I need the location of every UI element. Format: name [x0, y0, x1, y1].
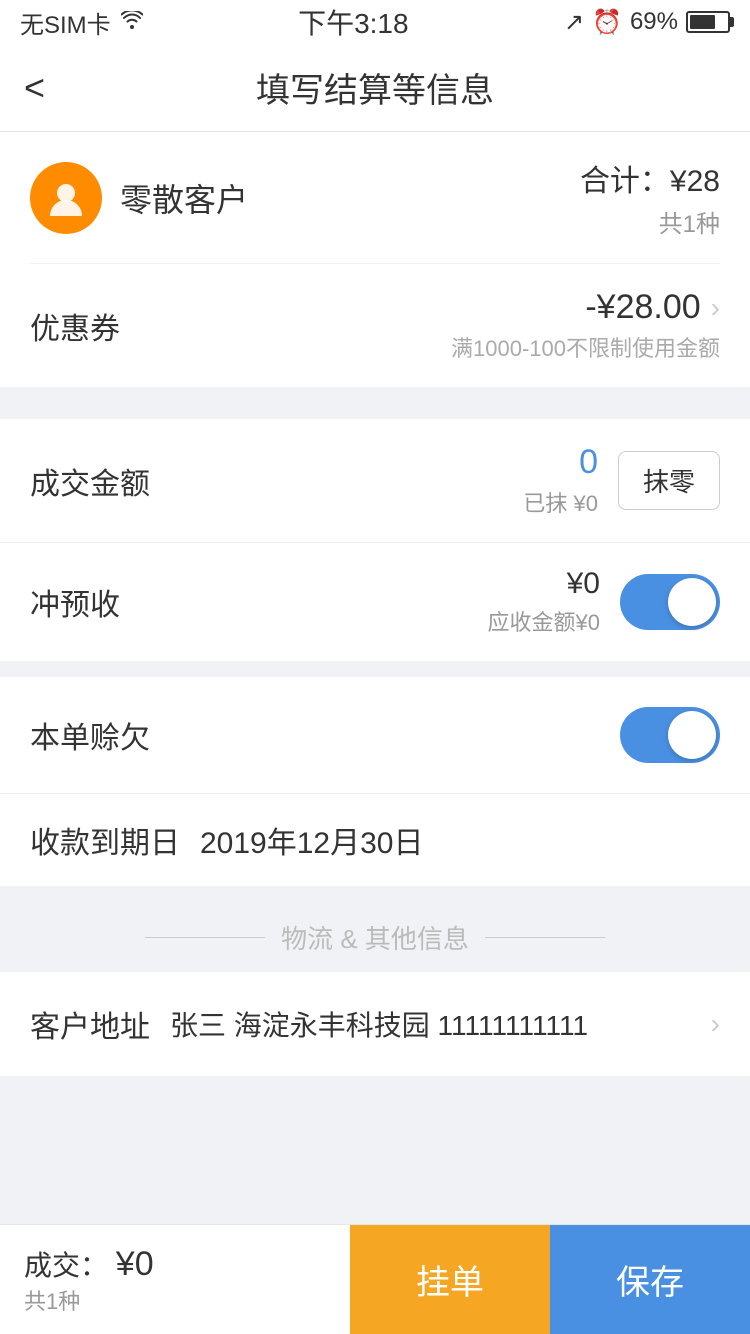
customer-avatar — [30, 162, 102, 234]
coupon-row[interactable]: 优惠券 -¥28.00 › 满1000-100不限制使用金额 — [0, 264, 750, 387]
prepay-amounts: ¥0 应收金额¥0 — [488, 567, 600, 637]
transaction-label: 成交金额 — [30, 459, 150, 503]
save-button-label: 保存 — [616, 1255, 684, 1304]
customer-row: 零散客户 合计：¥28 共1种 — [0, 132, 750, 263]
battery-fill — [690, 15, 715, 29]
round-button[interactable]: 抹零 — [618, 451, 720, 510]
nav-bar: < 填写结算等信息 — [0, 44, 750, 132]
status-time: 下午3:18 — [298, 2, 409, 42]
due-date-row: 收款到期日 2019年12月30日 — [0, 793, 750, 886]
bottom-bar: 成交： ¥0 共1种 挂单 保存 — [0, 1224, 750, 1334]
status-right: ↗ ⏰ 69% — [564, 8, 730, 37]
carrier-text: 无SIM卡 — [20, 5, 111, 40]
customer-count: 共1种 — [580, 204, 720, 239]
debt-card: 本单赊欠 收款到期日 2019年12月30日 — [0, 677, 750, 886]
bottom-deal-row: 成交： ¥0 — [24, 1244, 326, 1284]
gray-separator-2 — [0, 661, 750, 677]
due-date-label: 收款到期日 — [30, 818, 180, 862]
debt-row: 本单赊欠 — [0, 677, 750, 793]
hold-button[interactable]: 挂单 — [350, 1225, 550, 1334]
prepay-row: 冲预收 ¥0 应收金额¥0 — [0, 543, 750, 661]
location-icon: ↗ — [564, 8, 584, 37]
address-label: 客户地址 — [30, 1002, 150, 1046]
address-row[interactable]: 客户地址 张三 海淀永丰科技园 11111111111 › — [0, 972, 750, 1076]
logistics-divider: 物流 & 其他信息 — [0, 902, 750, 972]
toggle-knob — [668, 578, 716, 626]
gray-separator-1 — [0, 403, 750, 419]
debt-toggle-knob — [668, 711, 716, 759]
battery-icon — [686, 11, 730, 33]
prepay-label: 冲预收 — [30, 580, 120, 624]
battery-percent: 69% — [630, 8, 678, 36]
save-button[interactable]: 保存 — [550, 1225, 750, 1334]
customer-total: 合计：¥28 — [580, 156, 720, 200]
amount-value-wrap: 0 已抹 ¥0 — [523, 443, 598, 518]
wifi-icon — [121, 8, 143, 36]
coupon-amount: -¥28.00 — [585, 288, 700, 327]
coupon-label: 优惠券 — [30, 304, 120, 348]
prepay-right: ¥0 应收金额¥0 — [488, 567, 720, 637]
prepay-value: ¥0 — [488, 567, 600, 601]
alarm-icon: ⏰ — [592, 8, 622, 37]
address-value: 张三 海淀永丰科技园 11111111111 — [170, 1004, 691, 1044]
hold-button-label: 挂单 — [416, 1255, 484, 1304]
customer-name: 零散客户 — [120, 175, 248, 221]
debt-toggle[interactable] — [620, 707, 720, 763]
bottom-summary: 成交： ¥0 共1种 — [0, 1244, 350, 1316]
status-bar: 无SIM卡 下午3:18 ↗ ⏰ 69% — [0, 0, 750, 44]
amount-value[interactable]: 0 — [523, 443, 598, 482]
amount-sub: 已抹 ¥0 — [523, 486, 598, 518]
amount-input-area: 0 已抹 ¥0 抹零 — [523, 443, 720, 518]
transaction-amount-row: 成交金额 0 已抹 ¥0 抹零 — [0, 419, 750, 543]
transaction-section: 成交金额 0 已抹 ¥0 抹零 冲预收 ¥0 应收金额¥0 — [0, 419, 750, 661]
bottom-deal-amount: ¥0 — [116, 1245, 154, 1283]
prepay-sub: 应收金额¥0 — [488, 605, 600, 637]
address-chevron-icon: › — [711, 1008, 720, 1040]
due-date-content: 收款到期日 2019年12月30日 — [30, 818, 720, 862]
due-date-value: 2019年12月30日 — [200, 818, 423, 862]
logistics-text: 物流 & 其他信息 — [145, 919, 605, 956]
status-left: 无SIM卡 — [20, 5, 143, 40]
customer-card: 零散客户 合计：¥28 共1种 优惠券 -¥28.00 › 满1000-100不… — [0, 132, 750, 387]
debt-label: 本单赊欠 — [30, 713, 150, 757]
coupon-right: -¥28.00 › 满1000-100不限制使用金额 — [451, 288, 720, 363]
content-area: 零散客户 合计：¥28 共1种 优惠券 -¥28.00 › 满1000-100不… — [0, 132, 750, 1202]
coupon-chevron-icon: › — [711, 292, 720, 324]
bottom-count: 共1种 — [24, 1284, 326, 1316]
customer-left: 零散客户 — [30, 162, 248, 234]
coupon-desc: 满1000-100不限制使用金额 — [451, 331, 720, 363]
back-button[interactable]: < — [24, 67, 45, 109]
prepay-toggle[interactable] — [620, 574, 720, 630]
bottom-deal-label: 成交： — [24, 1250, 108, 1281]
page-title: 填写结算等信息 — [256, 63, 494, 112]
customer-total-wrap: 合计：¥28 共1种 — [580, 156, 720, 239]
